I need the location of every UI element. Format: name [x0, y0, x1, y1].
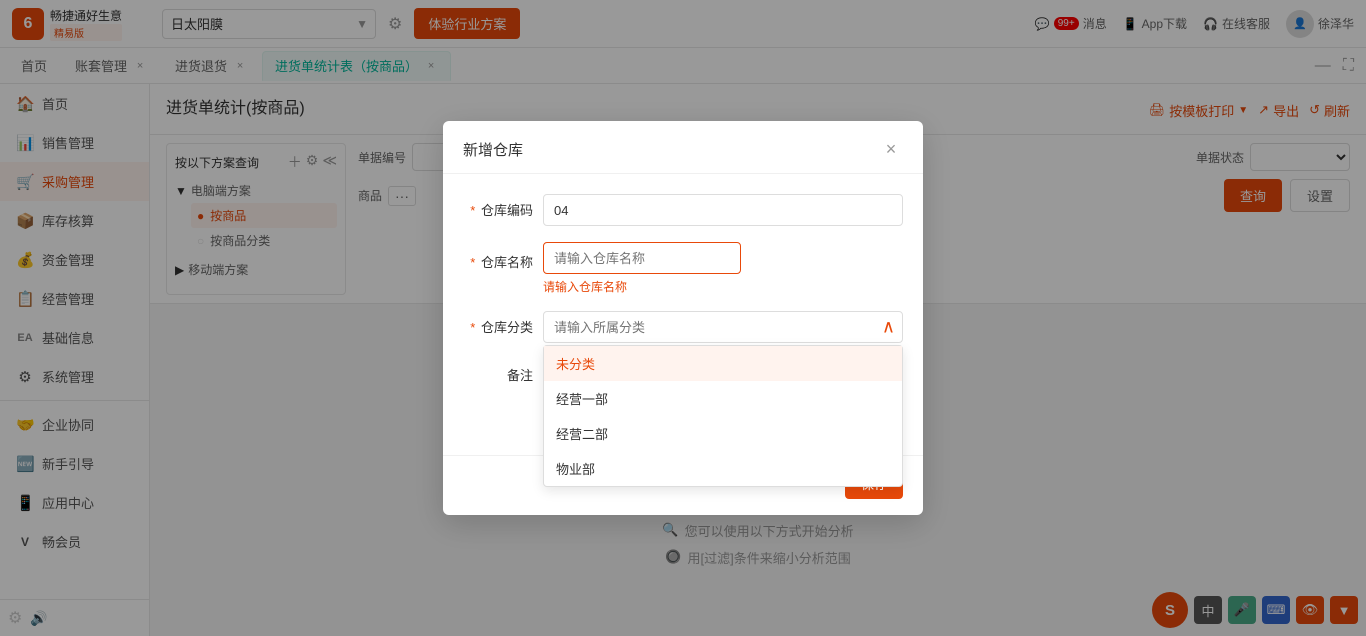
modal-body: * 仓库编码 * 仓库名称 请输入仓库名称 — [443, 174, 923, 455]
label-category: * 仓库分类 — [463, 311, 533, 336]
input-category[interactable] — [543, 311, 903, 343]
label-notes: 备注 — [463, 359, 533, 384]
modal-header: 新增仓库 × — [443, 121, 923, 174]
category-dropdown: 未分类 经营一部 经营二部 物业部 — [543, 345, 903, 487]
dropdown-item-uncategorized[interactable]: 未分类 — [544, 346, 902, 381]
input-warehouse-name[interactable] — [543, 242, 741, 274]
form-row-name: * 仓库名称 请输入仓库名称 — [463, 242, 903, 295]
modal-close-btn[interactable]: × — [879, 137, 903, 161]
form-row-code: * 仓库编码 — [463, 194, 903, 226]
modal-overlay[interactable]: 新增仓库 × * 仓库编码 * 仓库名称 — [0, 0, 1366, 636]
label-code: * 仓库编码 — [463, 194, 533, 219]
dropdown-item-dept1[interactable]: 经营一部 — [544, 381, 902, 416]
input-warehouse-code[interactable] — [543, 194, 903, 226]
category-select-wrap: ∧ 未分类 经营一部 经营二部 物业部 — [543, 311, 903, 343]
name-error-msg: 请输入仓库名称 — [543, 278, 627, 295]
modal-title: 新增仓库 — [463, 139, 523, 160]
dropdown-item-dept2[interactable]: 经营二部 — [544, 416, 902, 451]
label-name: * 仓库名称 — [463, 246, 533, 271]
dropdown-item-property[interactable]: 物业部 — [544, 451, 902, 486]
form-row-category: * 仓库分类 ∧ 未分类 经营一部 经营二部 物业部 — [463, 311, 903, 343]
add-warehouse-modal: 新增仓库 × * 仓库编码 * 仓库名称 — [443, 121, 923, 515]
